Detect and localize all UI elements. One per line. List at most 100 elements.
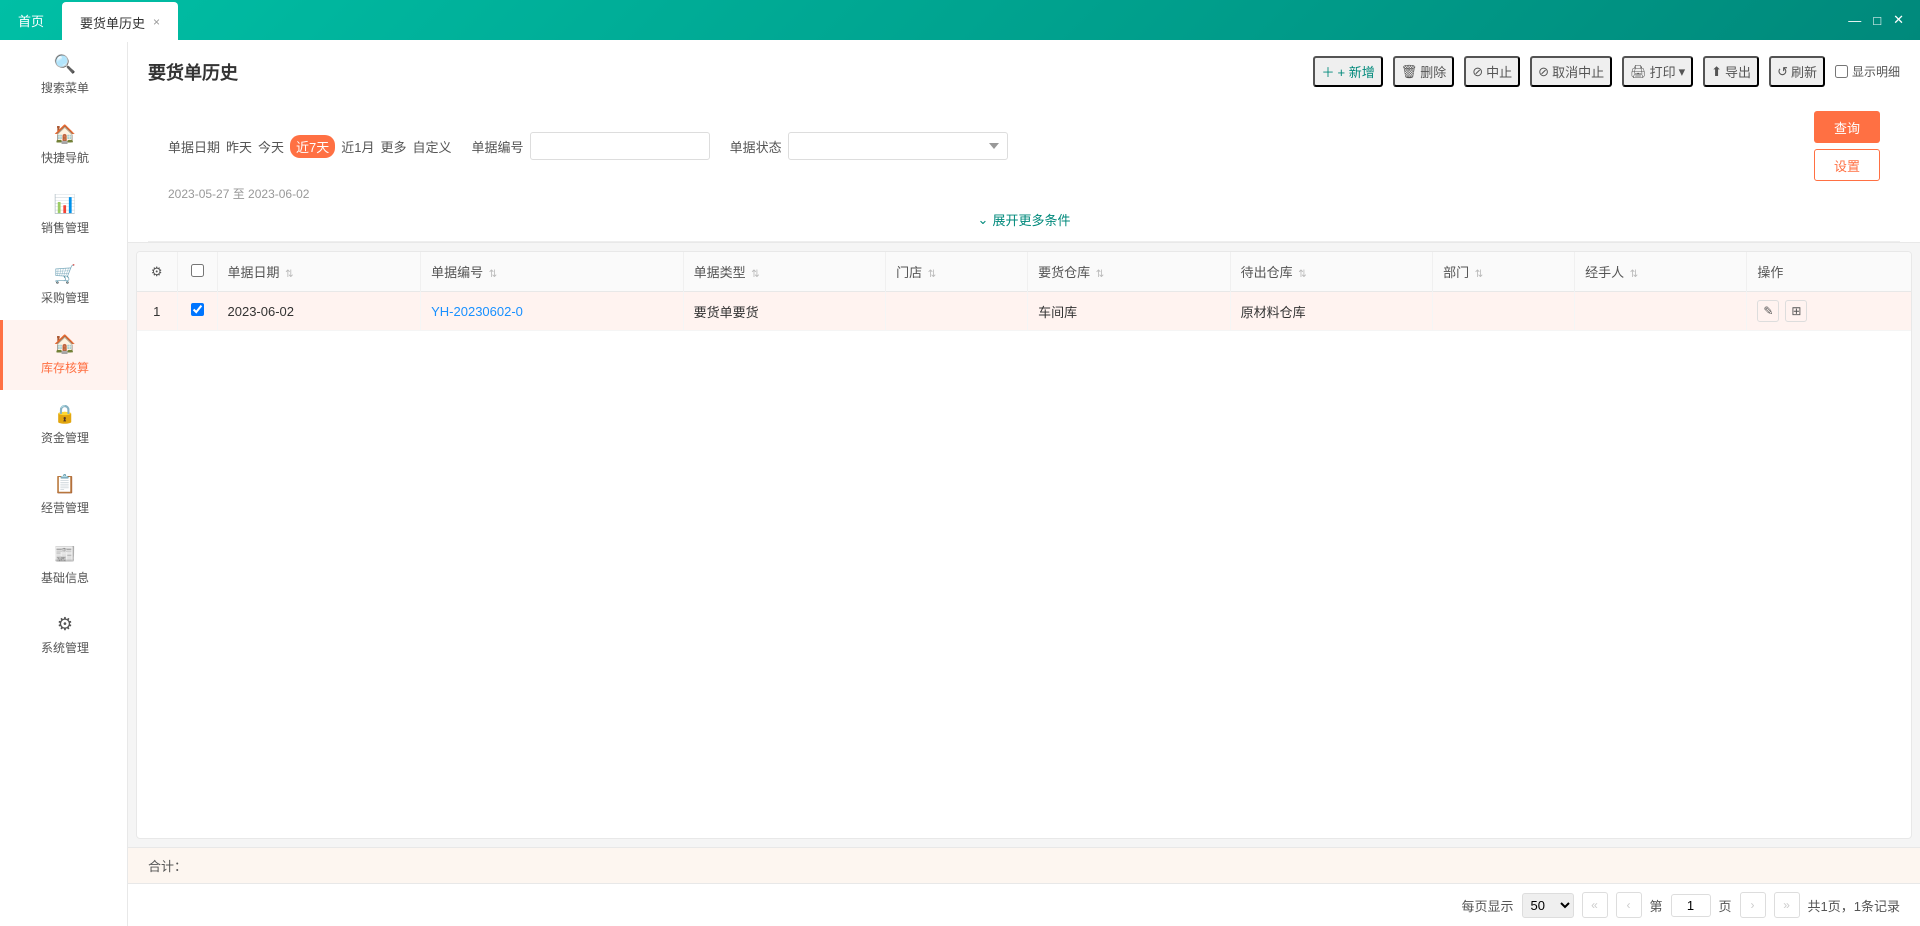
filter-area: 单据日期 昨天 今天 近7天 近1月 更多 自定义 单据编号 [148, 99, 1900, 242]
sort-handler-icon[interactable]: ⇅ [1630, 269, 1638, 280]
maximize-icon[interactable]: □ [1873, 13, 1881, 28]
page-input[interactable] [1671, 894, 1711, 917]
purchase-icon: 🛒 [54, 264, 76, 285]
filter-settings-button[interactable]: 设置 [1814, 149, 1880, 181]
sidebar-item-operations[interactable]: 📋 经营管理 [0, 460, 127, 530]
sidebar-item-search-label: 搜索菜单 [41, 79, 89, 96]
sort-pending-warehouse-icon[interactable]: ⇅ [1298, 269, 1306, 280]
sidebar-item-search[interactable]: 🔍 搜索菜单 [0, 40, 127, 110]
row-delete-button[interactable]: ⊞ [1785, 300, 1807, 322]
home-icon: 🏠 [54, 124, 76, 145]
sidebar-item-finance-label: 资金管理 [41, 429, 89, 446]
show-detail-checkbox[interactable] [1835, 65, 1848, 78]
sort-doc-type-icon[interactable]: ⇅ [751, 269, 759, 280]
row-doc-type: 要货单要货 [683, 292, 886, 331]
prev-page-button[interactable]: ‹ [1616, 892, 1642, 918]
sidebar-item-purchase[interactable]: 🛒 采购管理 [0, 250, 127, 320]
stop-button[interactable]: ⊘ 中止 [1464, 56, 1520, 87]
col-doc-no: 单据编号 ⇅ [421, 252, 683, 292]
search-icon: 🔍 [54, 54, 76, 75]
sort-department-icon[interactable]: ⇅ [1475, 269, 1483, 280]
stop-icon: ⊘ [1472, 64, 1483, 80]
date-shortcut-more[interactable]: 更多 [381, 137, 407, 156]
date-filter-label: 单据日期 [168, 137, 220, 156]
select-all-checkbox[interactable] [191, 264, 204, 277]
basic-info-icon: 📰 [54, 544, 76, 565]
toolbar: ＋ + 新增 🗑 删除 ⊘ 中止 ⊘ 取消中止 [1313, 56, 1900, 87]
expand-icon: ⌄ [978, 212, 989, 228]
sidebar-item-basic-info-label: 基础信息 [41, 569, 89, 586]
docno-filter-group: 单据编号 [472, 132, 710, 160]
page-unit-label: 页 [1719, 896, 1732, 915]
sort-doc-no-icon[interactable]: ⇅ [489, 269, 497, 280]
show-detail-checkbox-label: 显示明细 [1835, 63, 1900, 80]
cancel-stop-button[interactable]: ⊘ 取消中止 [1530, 56, 1612, 87]
export-button[interactable]: ⬆ 导出 [1703, 56, 1759, 87]
status-filter-group: 单据状态 [730, 132, 1008, 160]
date-shortcut-yesterday[interactable]: 昨天 [226, 137, 252, 156]
date-shortcut-7days[interactable]: 近7天 [290, 135, 335, 158]
date-shortcut-custom[interactable]: 自定义 [413, 137, 452, 156]
table-footer: 合计： [128, 847, 1920, 883]
tab-close-icon[interactable]: × [153, 15, 160, 29]
sidebar-item-quick-nav-label: 快捷导航 [41, 149, 89, 166]
last-page-button[interactable]: » [1774, 892, 1800, 918]
filter-actions: 查询 设置 [1814, 111, 1880, 181]
row-checkbox[interactable] [191, 303, 204, 316]
minimize-icon[interactable]: — [1848, 13, 1861, 28]
sort-store-icon[interactable]: ⇅ [928, 269, 936, 280]
tab-requisition-history[interactable]: 要货单历史 × [62, 2, 178, 42]
col-action: 操作 [1747, 252, 1911, 292]
table-body: 1 2023-06-02 YH-20230602-0 要货单要货 车间库 原材料… [137, 292, 1911, 331]
pagination: 每页显示 50 20 100 « ‹ 第 页 › » 共1页，1条记录 [128, 883, 1920, 926]
sidebar: 🔍 搜索菜单 🏠 快捷导航 📊 销售管理 🛒 采购管理 🏠 库存核算 🔒 资金管… [0, 40, 128, 926]
date-shortcut-today[interactable]: 今天 [258, 137, 284, 156]
sidebar-item-basic-info[interactable]: 📰 基础信息 [0, 530, 127, 600]
sort-req-warehouse-icon[interactable]: ⇅ [1096, 269, 1104, 280]
next-page-button[interactable]: › [1740, 892, 1766, 918]
sidebar-item-system-label: 系统管理 [41, 639, 89, 656]
expand-more-button[interactable]: ⌄ 展开更多条件 [978, 210, 1071, 229]
status-select[interactable] [788, 132, 1008, 160]
row-doc-no-link[interactable]: YH-20230602-0 [431, 304, 523, 319]
col-doc-type: 单据类型 ⇅ [683, 252, 886, 292]
status-filter-label: 单据状态 [730, 137, 782, 156]
per-page-label: 每页显示 [1461, 896, 1513, 915]
per-page-select[interactable]: 50 20 100 [1522, 893, 1574, 918]
close-icon[interactable]: ✕ [1893, 12, 1904, 28]
print-button[interactable]: 🖨 打印 ▾ [1622, 56, 1693, 87]
date-shortcut-1month[interactable]: 近1月 [341, 137, 374, 156]
page-title: 要货单历史 [148, 59, 238, 85]
row-edit-button[interactable]: ✎ [1757, 300, 1779, 322]
delete-button[interactable]: 🗑 删除 [1393, 56, 1455, 87]
first-page-button[interactable]: « [1582, 892, 1608, 918]
col-checkbox [177, 252, 217, 292]
docno-input[interactable] [530, 132, 710, 160]
requisition-table: ⚙ 单据日期 ⇅ 单据编号 ⇅ 单据类型 [137, 252, 1911, 331]
row-doc-no: YH-20230602-0 [421, 292, 683, 331]
new-icon: ＋ [1321, 62, 1334, 81]
sidebar-item-finance[interactable]: 🔒 资金管理 [0, 390, 127, 460]
new-button[interactable]: ＋ + 新增 [1313, 56, 1382, 87]
row-actions-cell: ✎ ⊞ [1747, 292, 1911, 331]
sidebar-item-system[interactable]: ⚙ 系统管理 [0, 600, 127, 670]
sidebar-item-operations-label: 经营管理 [41, 499, 89, 516]
content-area: 要货单历史 ＋ + 新增 🗑 删除 ⊘ 中止 ⊘ [128, 40, 1920, 926]
expand-more-row: ⌄ 展开更多条件 [168, 210, 1880, 229]
date-filter-group: 单据日期 昨天 今天 近7天 近1月 更多 自定义 [168, 135, 452, 158]
row-doc-date: 2023-06-02 [217, 292, 421, 331]
col-settings[interactable]: ⚙ [137, 252, 177, 292]
tab-home[interactable]: 首页 [0, 0, 62, 40]
refresh-button[interactable]: ↺ 刷新 [1769, 56, 1825, 87]
window-actions: — □ ✕ [1832, 12, 1920, 28]
sidebar-item-quick-nav[interactable]: 🏠 快捷导航 [0, 110, 127, 180]
sidebar-item-inventory-label: 库存核算 [41, 359, 89, 376]
sales-icon: 📊 [54, 194, 76, 215]
sidebar-item-sales[interactable]: 📊 销售管理 [0, 180, 127, 250]
sidebar-item-inventory[interactable]: 🏠 库存核算 [0, 320, 127, 390]
total-info: 共1页，1条记录 [1808, 896, 1900, 915]
query-button[interactable]: 查询 [1814, 111, 1880, 143]
col-handler: 经手人 ⇅ [1575, 252, 1747, 292]
operations-icon: 📋 [54, 474, 76, 495]
sort-doc-date-icon[interactable]: ⇅ [285, 269, 293, 280]
